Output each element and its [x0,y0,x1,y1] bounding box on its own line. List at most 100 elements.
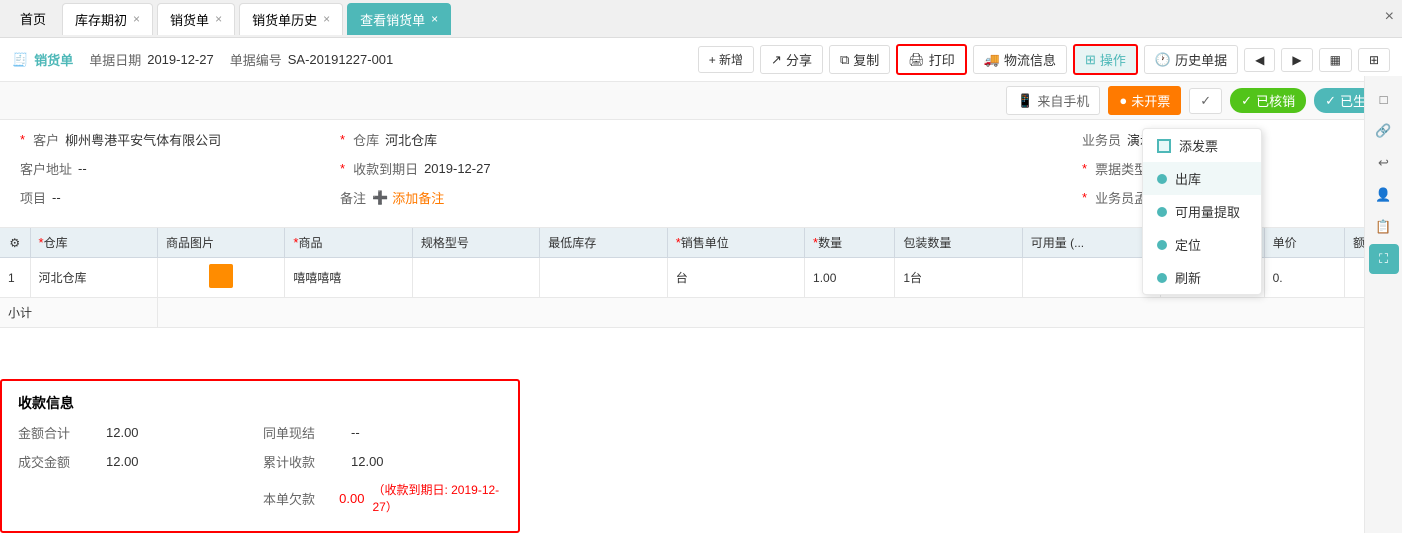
due-date-required: * [340,161,345,176]
due-date-label: 收款到期日 [353,159,418,178]
operation-button[interactable]: ⊞ 操作 [1073,44,1138,75]
dropdown-out-stock[interactable]: 出库 [1143,162,1261,195]
tab-inventory[interactable]: 库存期初 × [62,3,153,35]
share-label: 分享 [786,50,812,69]
user-icon: 👤 [1375,187,1391,203]
main-content: 🧾 销货单 单据日期 2019-12-27 单据编号 SA-20191227-0… [0,38,1402,533]
col-spec: 规格型号 [412,228,539,258]
col-available: 可用量 (... [1022,228,1160,258]
cell-quantity: 1.00 [805,258,895,298]
right-icon-5[interactable]: 📋 [1369,212,1399,242]
col-pack-qty: 包装数量 [895,228,1022,258]
confirm-button[interactable]: ✓ [1189,88,1222,114]
right-icon-2[interactable]: 🔗 [1369,116,1399,146]
available-qty-icon [1157,207,1167,217]
mobile-label: 来自手机 [1037,91,1089,110]
balance-value: 0.00 [339,491,364,506]
remark-label: 备注 [340,188,366,207]
col-product-image: 商品图片 [157,228,284,258]
cell-sales-unit: 台 [667,258,804,298]
cell-warehouse: 河北仓库 [30,258,157,298]
tab-inventory-close[interactable]: × [133,12,140,26]
document-header: 🧾 销货单 单据日期 2019-12-27 单据编号 SA-20191227-0… [0,38,1402,82]
subtotal-label: 小计 [0,298,157,328]
project-label: 项目 [20,188,46,207]
address-field: 客户地址 -- [20,159,320,178]
tab-sales-history[interactable]: 销货单历史 × [239,3,343,35]
locate-icon [1157,240,1167,250]
right-icon-1[interactable]: □ [1369,84,1399,114]
right-icon-6[interactable]: ⛶ [1369,244,1399,274]
balance-row: 本单欠款 0.00 （收款到期日: 2019-12-27） [263,481,502,519]
balance-label: 本单欠款 [263,489,331,508]
cell-unit-price: 0. [1264,258,1344,298]
add-invoice-label: 添发票 [1179,136,1218,155]
transaction-row: 成交金额 12.00 [18,452,257,471]
right-icon-1-symbol: □ [1380,92,1388,107]
tab-home[interactable]: 首页 [8,3,58,34]
share-icon: ↗ [771,52,782,68]
dropdown-available-qty[interactable]: 可用量提取 [1143,195,1261,228]
transaction-label: 成交金额 [18,452,98,471]
next-button[interactable]: ▶ [1281,48,1312,72]
dropdown-add-invoice[interactable]: 添发票 [1143,129,1261,162]
add-invoice-icon [1157,139,1171,153]
open-ticket-button[interactable]: ● 未开票 [1108,86,1181,115]
dropdown-refresh[interactable]: 刷新 [1143,261,1261,294]
cell-pack-qty: 1台 [895,258,1022,298]
tab-sales-label: 销货单 [170,10,209,29]
right-icon-3[interactable]: ↩ [1369,148,1399,178]
sold-button[interactable]: ✓ 已核销 [1230,88,1306,113]
dropdown-locate[interactable]: 定位 [1143,228,1261,261]
right-icon-4[interactable]: 👤 [1369,180,1399,210]
tab-sales-close[interactable]: × [215,12,222,26]
out-stock-label: 出库 [1175,169,1201,188]
balance-note: （收款到期日: 2019-12-27） [372,481,502,515]
copy-button[interactable]: ⧉ 复制 [829,45,890,74]
share-button[interactable]: ↗ 分享 [760,45,823,74]
cell-row-num: 1 [0,258,30,298]
check-icon: ✓ [1241,93,1252,109]
link-icon: 🔗 [1375,123,1391,139]
add-remark-button[interactable]: ➕ 添加备注 [372,188,444,207]
ticket-required: * [1082,161,1087,176]
prev-button[interactable]: ◀ [1244,48,1275,72]
cell-spec [412,258,539,298]
col-sales-unit: *销售单位 [667,228,804,258]
return-icon: ↩ [1378,155,1389,171]
customer-value: 柳州粤港平安气体有限公司 [65,130,221,149]
same-order-value: -- [351,425,360,440]
logistics-label: 物流信息 [1004,50,1056,69]
copy-label: 复制 [853,50,879,69]
copy-icon: ⧉ [840,52,849,68]
col-unit-price: 单价 [1264,228,1344,258]
print-button[interactable]: 🖨 打印 [896,44,967,75]
tab-view-sales-label: 查看销货单 [360,10,425,29]
grid2-button[interactable]: ⊞ [1358,48,1390,72]
tab-view-sales-close[interactable]: × [431,12,438,26]
window-close-button[interactable]: × [1385,8,1394,26]
operation-dropdown: 添发票 出库 可用量提取 定位 刷新 [1142,128,1262,295]
total-amount-value: 12.00 [106,425,139,440]
right-icons-panel: □ 🔗 ↩ 👤 📋 ⛶ [1364,76,1402,533]
print-label: 打印 [929,50,955,69]
logistics-button[interactable]: 🚚 物流信息 [973,45,1067,74]
open-ticket-icon: ● [1119,93,1127,108]
add-button[interactable]: + 新增 [698,46,754,73]
logistics-icon: 🚚 [984,52,1000,68]
confirm-icon: ✓ [1200,93,1211,109]
grid1-button[interactable]: ▦ [1319,48,1352,72]
tab-sales[interactable]: 销货单 × [157,3,235,35]
doc-number-item: 单据编号 SA-20191227-001 [230,50,394,69]
open-ticket-label: 未开票 [1131,91,1170,110]
staff-label: 业务员 [1082,130,1121,149]
tab-view-sales[interactable]: 查看销货单 × [347,3,451,35]
expand-icon: ⛶ [1379,251,1388,267]
product-image-thumbnail [209,264,233,288]
customer-required: * [20,132,25,147]
tab-sales-history-close[interactable]: × [323,12,330,26]
operation-icon: ⊞ [1085,52,1096,68]
history-button[interactable]: 🕐 历史单据 [1144,45,1238,74]
col-product: *商品 [285,228,412,258]
mobile-button[interactable]: 📱 来自手机 [1006,86,1100,115]
